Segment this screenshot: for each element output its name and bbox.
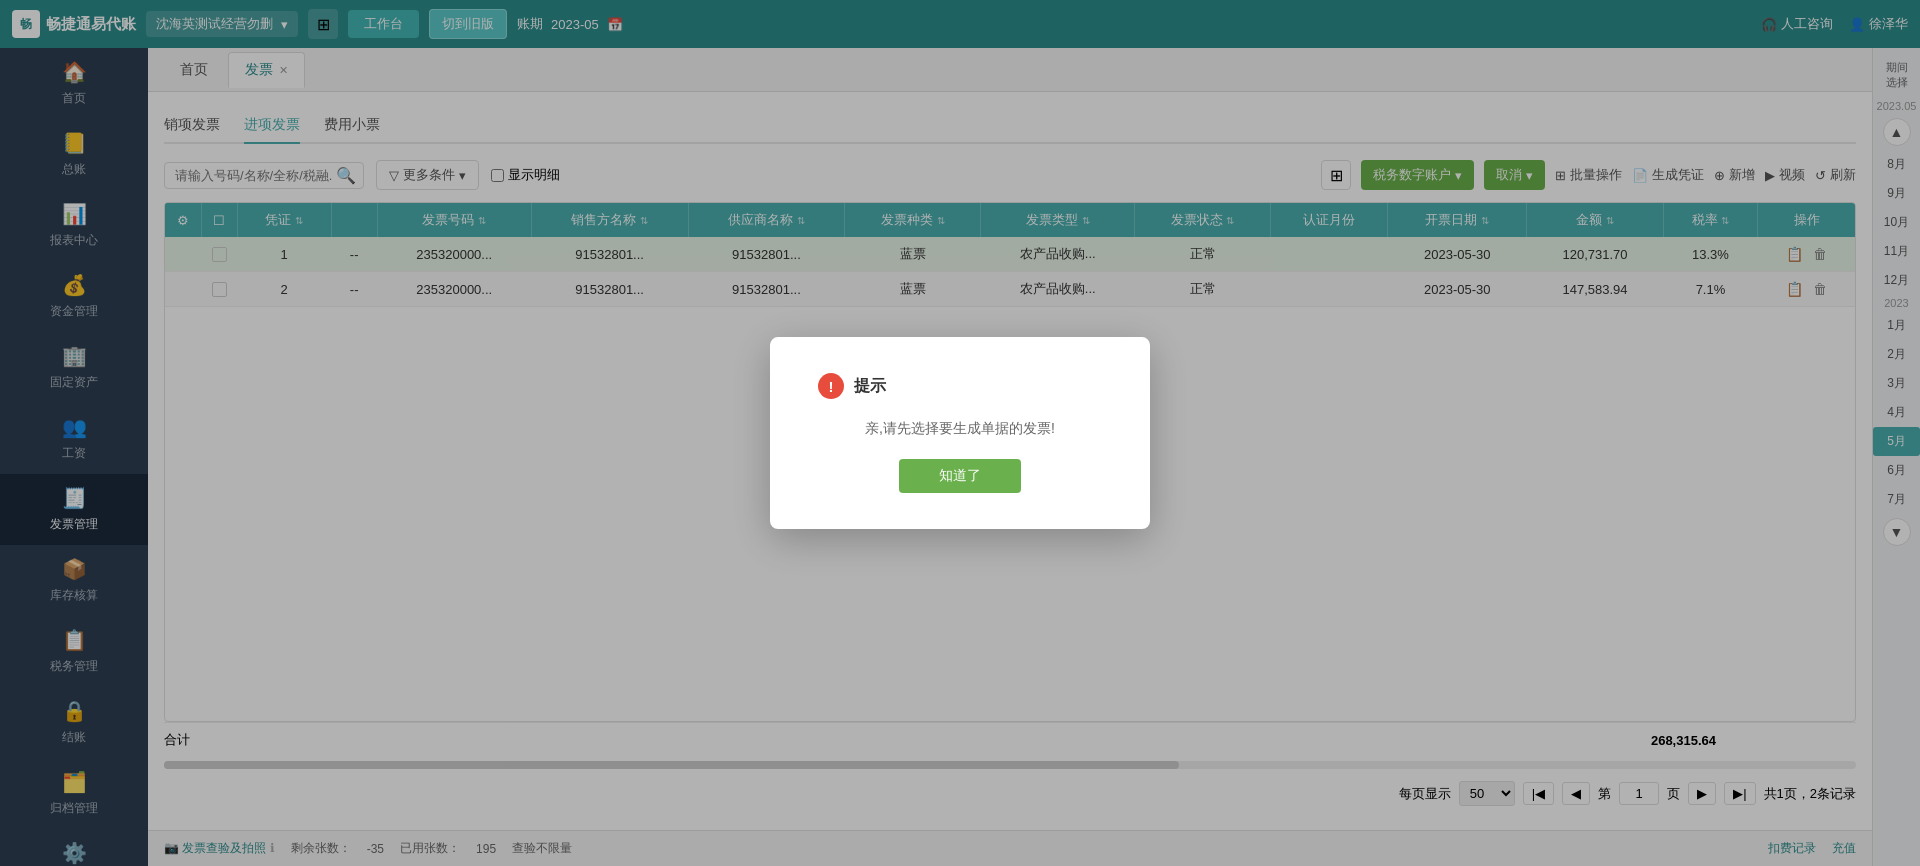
modal-dialog: ! 提示 亲,请先选择要生成单据的发票! 知道了: [770, 337, 1150, 529]
modal-warning-icon: !: [818, 373, 844, 399]
modal-title: 提示: [854, 376, 886, 397]
modal-header: ! 提示: [818, 373, 886, 399]
modal-footer: 知道了: [818, 459, 1102, 493]
modal-message: 亲,请先选择要生成单据的发票!: [818, 417, 1102, 441]
modal-confirm-button[interactable]: 知道了: [899, 459, 1021, 493]
